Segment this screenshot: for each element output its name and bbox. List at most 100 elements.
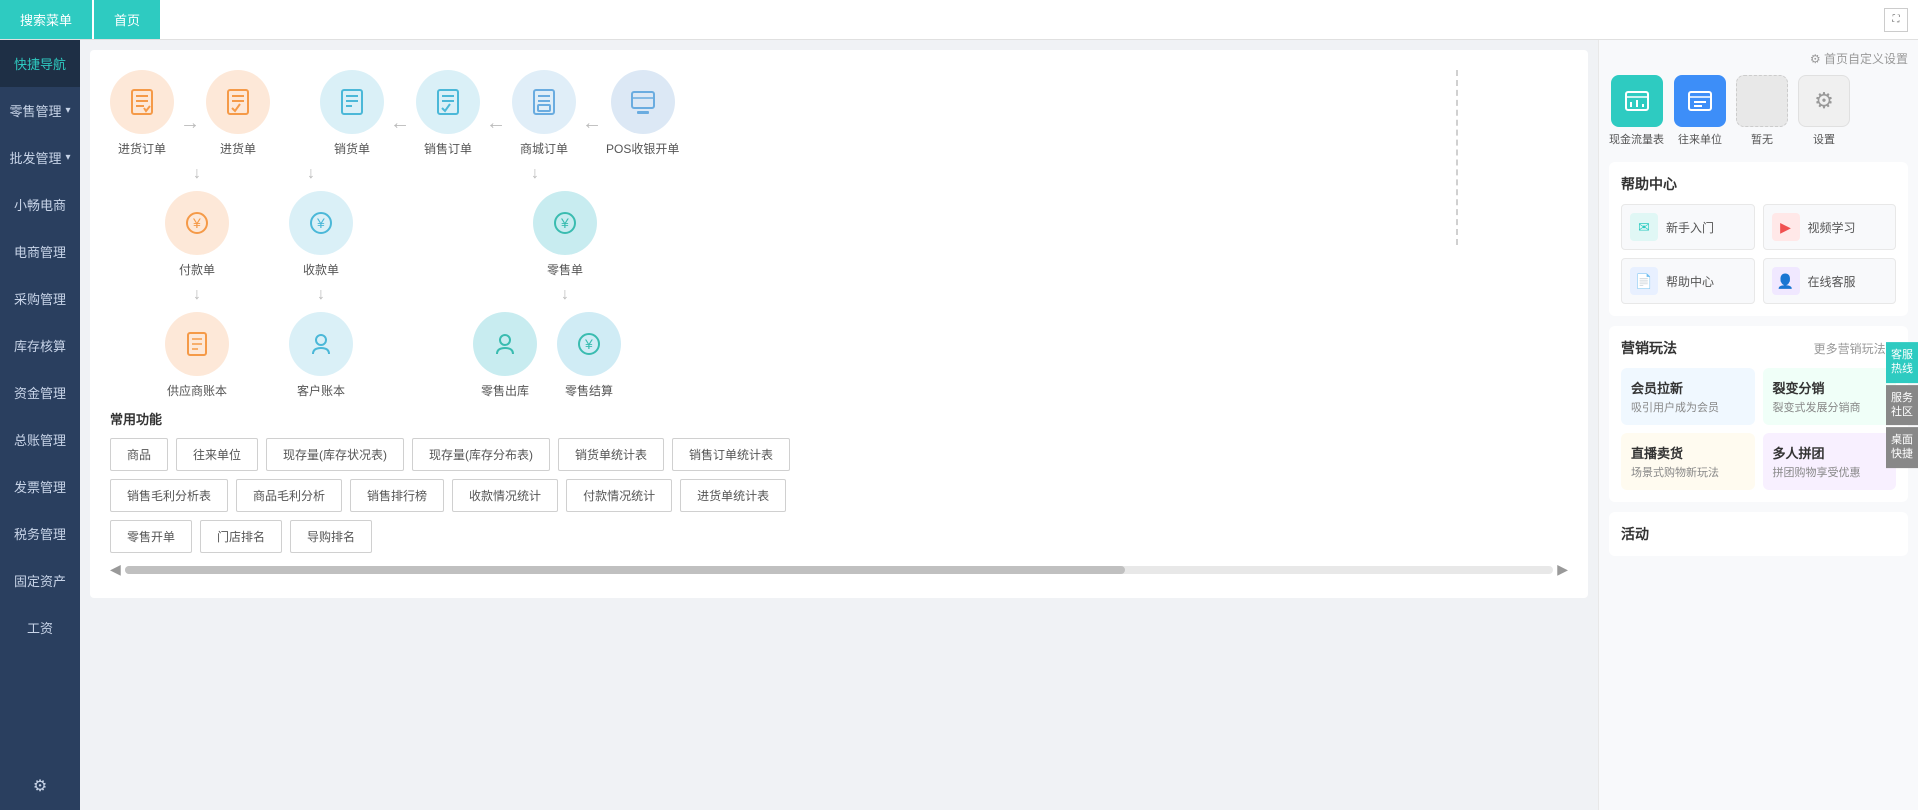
btn-goods[interactable]: 商品 [110,438,168,471]
flow-node-purchase-order[interactable] [110,70,174,134]
service-label: 在线客服 [1808,273,1856,290]
btn-store-rank[interactable]: 门店排名 [200,520,282,553]
flow-node-retail-order[interactable]: ¥ [533,191,597,255]
flow-col-sales-order: 销售订单 [416,70,480,157]
flow-node-sales[interactable] [320,70,384,134]
tab-home[interactable]: 首页 [94,0,160,39]
group-desc: 拼团购物享受优惠 [1773,464,1887,480]
quick-icon-cashflow[interactable]: 现金流量表 [1609,75,1664,147]
flow-node-customer-account[interactable] [289,312,353,376]
flow-col-sales: 销货单 [320,70,384,157]
flow-node-pos[interactable] [611,70,675,134]
help-item-beginner[interactable]: ✉ 新手入门 [1621,204,1755,250]
flow-node-retail-out[interactable] [473,312,537,376]
btn-stock-status[interactable]: 现存量(库存状况表) [266,438,404,471]
homepage-customize-link[interactable]: ⚙ 首页自定义设置 [1810,50,1908,67]
flow-col-pos: POS收银开单 [606,70,679,157]
flow-node-receipt[interactable]: ¥ [289,191,353,255]
btn-retail-order[interactable]: 零售开单 [110,520,192,553]
scroll-left-btn[interactable]: ◀ [110,561,121,578]
down-arrow-purchase: ↓ [193,165,201,183]
sidebar-item-wholesale[interactable]: 批发管理▾ [0,134,80,181]
marketing-item-group[interactable]: 多人拼团 拼团购物享受优惠 [1763,433,1897,490]
fullscreen-button[interactable]: ⛶ [1884,8,1908,32]
quick-icon-settings[interactable]: ⚙ 设置 [1798,75,1850,147]
float-btn-desktop[interactable]: 桌面快捷 [1886,427,1918,468]
sidebar-item-ecommerce[interactable]: 小畅电商 [0,181,80,228]
sidebar-item-inventory[interactable]: 库存核算 [0,322,80,369]
member-desc: 吸引用户成为会员 [1631,399,1745,415]
btn-purchase-stats[interactable]: 进货单统计表 [680,479,786,512]
btn-receipt-stats[interactable]: 收款情况统计 [452,479,558,512]
sidebar-item-ecom-manage[interactable]: 电商管理 [0,228,80,275]
sidebar-item-general-ledger[interactable]: 总账管理 [0,416,80,463]
scroll-right-btn[interactable]: ▶ [1557,561,1568,578]
sidebar-item-quick-nav[interactable]: 快捷导航 [0,40,80,87]
btn-sales-stats[interactable]: 销货单统计表 [558,438,664,471]
fission-desc: 裂变式发展分销商 [1773,399,1887,415]
scroll-track[interactable] [125,566,1553,574]
scroll-thumb [125,566,1125,574]
flow-col-supplier-account: 供应商账本 [165,312,229,399]
btn-grid-row3: 零售开单 门店排名 导购排名 [110,520,1568,553]
flow-col-mall-order: 商城订单 [512,70,576,157]
flow-label-receipt: 收款单 [303,261,339,278]
sidebar: 快捷导航 零售管理▾ 批发管理▾ 小畅电商 电商管理 采购管理 库存核算 资金管… [0,40,80,810]
marketing-item-member[interactable]: 会员拉新 吸引用户成为会员 [1621,368,1755,425]
btn-sales-rank[interactable]: 销售排行榜 [350,479,444,512]
sidebar-item-finance[interactable]: 资金管理 [0,369,80,416]
marketing-item-live[interactable]: 直播卖货 场景式购物新玩法 [1621,433,1755,490]
right-panel: ⚙ 首页自定义设置 现金流量表 往来单位 暂 [1598,40,1918,810]
marketing-item-fission[interactable]: 裂变分销 裂变式发展分销商 [1763,368,1897,425]
btn-sales-profit[interactable]: 销售毛利分析表 [110,479,228,512]
common-functions-title: 常用功能 [110,409,1568,428]
sidebar-settings-icon[interactable]: ⚙ [0,762,80,810]
flow-col-retail-settle: ¥ 零售结算 [557,312,621,399]
svg-text:¥: ¥ [584,336,593,352]
btn-guide-rank[interactable]: 导购排名 [290,520,372,553]
empty-icon-box [1736,75,1788,127]
btn-grid-row1: 商品 往来单位 现存量(库存状况表) 现存量(库存分布表) 销货单统计表 销售订… [110,438,1568,471]
help-item-service[interactable]: 👤 在线客服 [1763,258,1897,304]
btn-stock-dist[interactable]: 现存量(库存分布表) [412,438,550,471]
arrow-4: ← [582,112,600,157]
settings-icon-box: ⚙ [1798,75,1850,127]
flow-col-purchase: 进货单 [206,70,270,157]
empty-label: 暂无 [1751,131,1773,147]
arrow-2: ← [390,112,410,157]
sidebar-item-purchase[interactable]: 采购管理 [0,275,80,322]
flow-label-customer-account: 客户账本 [297,382,345,399]
flow-node-sales-order[interactable] [416,70,480,134]
btn-sales-order-stats[interactable]: 销售订单统计表 [672,438,790,471]
marketing-grid: 会员拉新 吸引用户成为会员 裂变分销 裂变式发展分销商 直播卖货 场景式购物新玩… [1621,368,1896,490]
marketing-more-link[interactable]: 更多营销玩法 > [1814,340,1896,357]
quick-icons-row: 现金流量表 往来单位 暂无 ⚙ 设置 [1609,75,1908,147]
btn-payment-stats[interactable]: 付款情况统计 [566,479,672,512]
flow-node-mall-order[interactable] [512,70,576,134]
fission-title: 裂变分销 [1773,378,1887,397]
help-item-help[interactable]: 📄 帮助中心 [1621,258,1755,304]
flow-node-retail-settle[interactable]: ¥ [557,312,621,376]
float-btn-community[interactable]: 服务社区 [1886,385,1918,426]
flow-node-supplier-account[interactable] [165,312,229,376]
sidebar-item-invoice[interactable]: 发票管理 [0,463,80,510]
flow-label-mall-order: 商城订单 [520,140,568,157]
dashed-connector [1456,70,1458,245]
search-menu-btn[interactable]: 搜索菜单 [0,0,92,39]
sidebar-item-fixed-assets[interactable]: 固定资产 [0,557,80,604]
btn-counterpart[interactable]: 往来单位 [176,438,258,471]
cashflow-label: 现金流量表 [1609,131,1664,147]
svg-text:¥: ¥ [192,215,201,231]
flow-node-purchase[interactable] [206,70,270,134]
quick-icon-empty[interactable]: 暂无 [1736,75,1788,147]
help-center-title: 帮助中心 [1621,174,1896,194]
sidebar-item-retail[interactable]: 零售管理▾ [0,87,80,134]
content-area: 进货订单 → 进货单 [80,40,1918,810]
flow-node-payment[interactable]: ¥ [165,191,229,255]
sidebar-item-payroll[interactable]: 工资 [0,604,80,651]
help-item-video[interactable]: ▶ 视频学习 [1763,204,1897,250]
sidebar-item-tax[interactable]: 税务管理 [0,510,80,557]
float-btn-service[interactable]: 客服热线 [1886,342,1918,383]
btn-goods-profit[interactable]: 商品毛利分析 [236,479,342,512]
quick-icon-counterpart[interactable]: 往来单位 [1674,75,1726,147]
